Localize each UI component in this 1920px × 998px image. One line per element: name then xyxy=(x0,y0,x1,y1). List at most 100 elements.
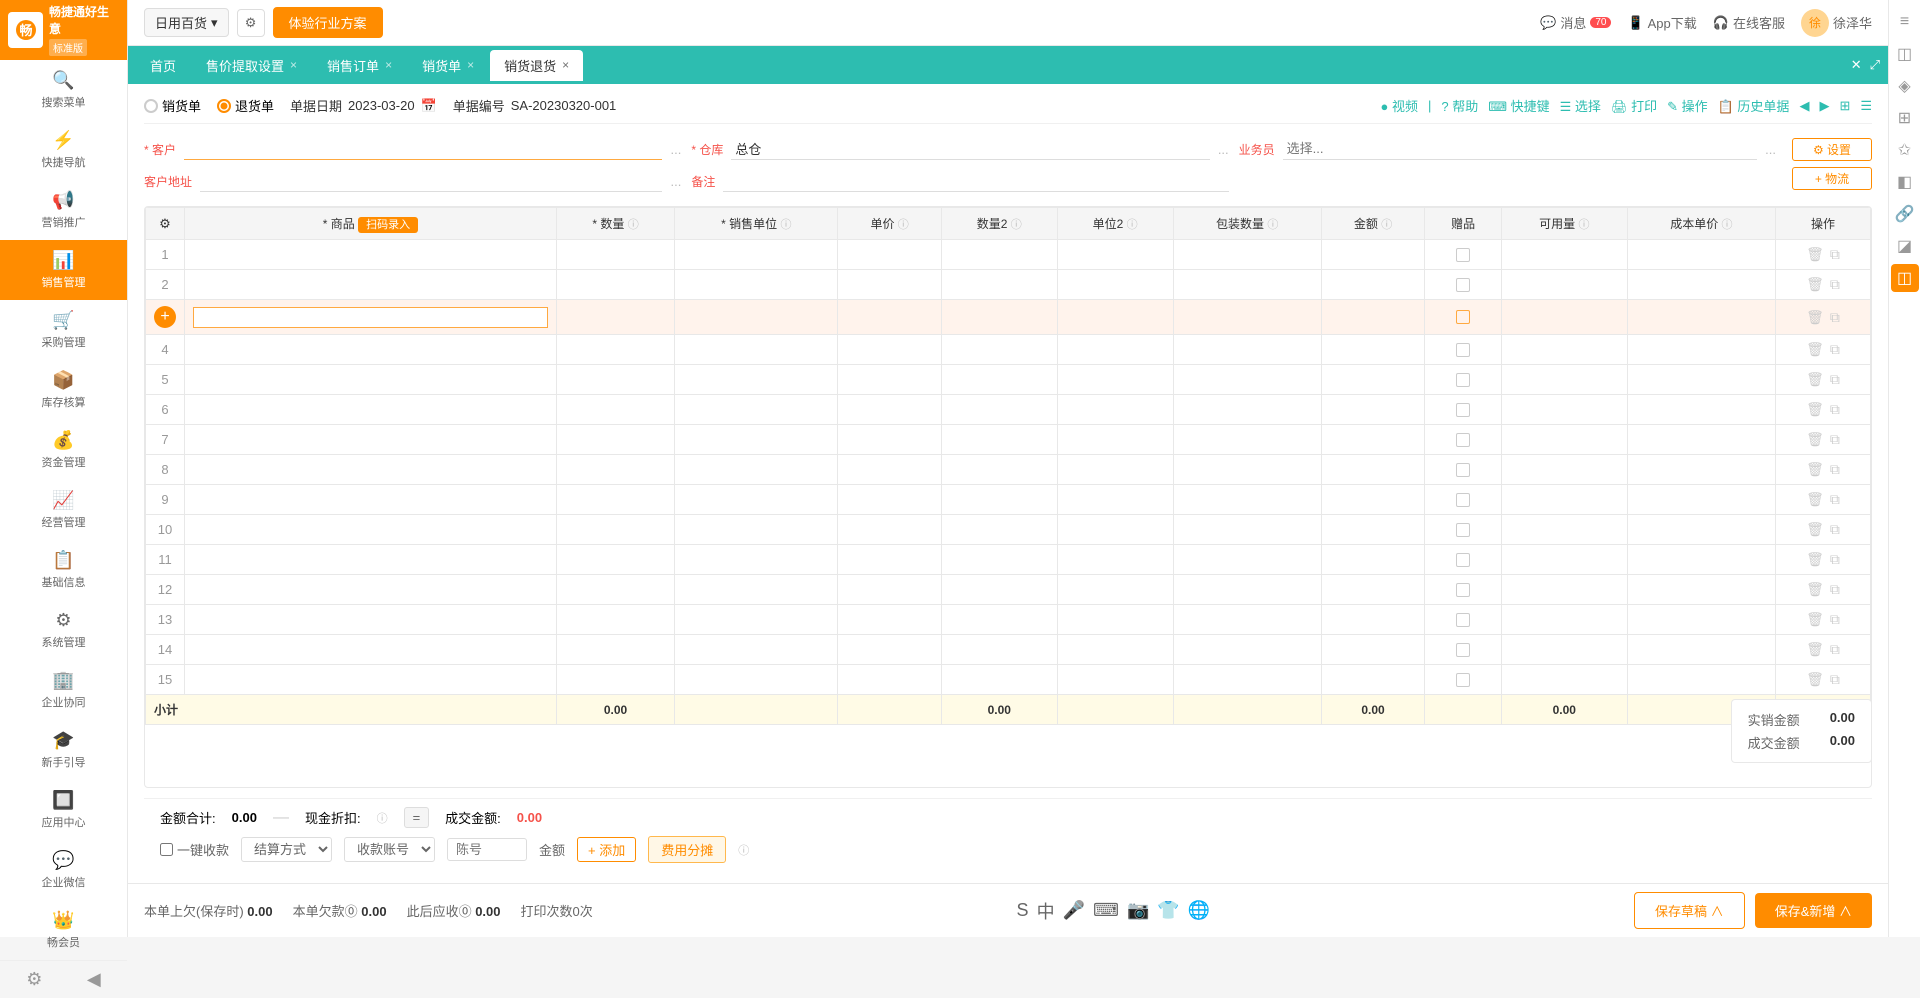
copy-icon-3[interactable]: ⧉ xyxy=(1830,309,1840,326)
del11[interactable]: 🗑 xyxy=(1806,551,1824,568)
cpy4[interactable]: ⧉ xyxy=(1830,341,1840,358)
cpy10[interactable]: ⧉ xyxy=(1830,521,1840,538)
sidebar-item-enterprise[interactable]: 🏢 企业协同 xyxy=(0,660,127,720)
sidebar-item-search[interactable]: 🔍 搜索菜单 xyxy=(0,60,127,120)
taskbar-icon1[interactable]: S xyxy=(1017,900,1029,921)
right-icon-active[interactable]: ◫ xyxy=(1891,264,1919,292)
del6[interactable]: 🗑 xyxy=(1806,401,1824,418)
warehouse-picker[interactable]: ... xyxy=(1218,142,1229,157)
product-input-1[interactable] xyxy=(193,247,548,262)
cpy6[interactable]: ⧉ xyxy=(1830,401,1840,418)
row-qty[interactable] xyxy=(556,240,674,270)
sidebar-item-apps[interactable]: 🔲 应用中心 xyxy=(0,780,127,840)
view-grid[interactable]: ⊞ xyxy=(1839,98,1850,114)
industry-select[interactable]: 日用百货 ▾ xyxy=(144,8,229,37)
user-profile[interactable]: 徐 徐泽华 xyxy=(1801,9,1872,37)
taskbar-icon6[interactable]: 👕 xyxy=(1157,900,1179,921)
del4[interactable]: 🗑 xyxy=(1806,341,1824,358)
row-unit2[interactable] xyxy=(1057,240,1173,270)
toolbar-video[interactable]: ● 视频 xyxy=(1381,96,1418,115)
tab-home[interactable]: 首页 xyxy=(136,50,190,81)
row-product-3[interactable] xyxy=(185,300,557,335)
topbar-settings-btn[interactable]: ⚙ xyxy=(237,9,265,37)
cpy13[interactable]: ⧉ xyxy=(1830,611,1840,628)
online-service-btn[interactable]: 🎧 在线客服 xyxy=(1713,13,1785,32)
tab-sale-order-close[interactable]: × xyxy=(385,58,392,72)
experience-btn[interactable]: 体验行业方案 xyxy=(273,7,383,38)
tab-sale-settings-close[interactable]: × xyxy=(290,58,297,72)
right-icon-4[interactable]: ⊞ xyxy=(1891,104,1919,132)
account-select[interactable]: 收款账号 xyxy=(344,837,435,862)
radio-delivery[interactable]: 销货单 xyxy=(144,96,201,115)
warehouse-input[interactable] xyxy=(731,138,1209,160)
sidebar-item-member[interactable]: 👑 畅会员 xyxy=(0,900,127,960)
payment-checkbox[interactable]: 一键收款 xyxy=(160,840,229,859)
product-input-3[interactable] xyxy=(193,307,548,328)
sidebar-item-marketing[interactable]: 📢 营销推广 xyxy=(0,180,127,240)
taskbar-icon2[interactable]: 中 xyxy=(1037,898,1055,924)
toolbar-history[interactable]: 📋 历史单据 xyxy=(1718,96,1790,115)
toolbar-print[interactable]: 🖨 打印 xyxy=(1611,96,1657,115)
right-icon-2[interactable]: ◫ xyxy=(1891,40,1919,68)
row-product-2[interactable] xyxy=(185,270,557,300)
sidebar-item-basic[interactable]: 📋 基础信息 xyxy=(0,540,127,600)
logistics-btn[interactable]: + 物流 xyxy=(1792,167,1872,190)
payment-cb-input[interactable] xyxy=(160,843,173,856)
app-download-btn[interactable]: 📱 App下载 xyxy=(1627,13,1696,32)
copy-icon-2[interactable]: ⧉ xyxy=(1830,276,1840,293)
save-draft-btn[interactable]: 保存草稿 ∧ xyxy=(1634,892,1745,929)
del7[interactable]: 🗑 xyxy=(1806,431,1824,448)
calc-method-select[interactable]: 结算方式 xyxy=(241,837,332,862)
del13[interactable]: 🗑 xyxy=(1806,611,1824,628)
tab-sale-settings[interactable]: 售价提取设置 × xyxy=(192,50,311,81)
staff-input[interactable] xyxy=(1283,138,1757,160)
right-icon-5[interactable]: ✩ xyxy=(1891,136,1919,164)
del5[interactable]: 🗑 xyxy=(1806,371,1824,388)
customer-input[interactable] xyxy=(184,138,662,160)
equals-btn[interactable]: = xyxy=(404,807,430,828)
view-list[interactable]: ☰ xyxy=(1860,98,1872,114)
scan-btn[interactable]: 扫码录入 xyxy=(358,217,418,233)
notes-input[interactable] xyxy=(723,170,1228,192)
customer-picker[interactable]: ... xyxy=(670,142,681,157)
tab-close-all[interactable]: ✕ xyxy=(1851,57,1862,73)
expense-btn[interactable]: 费用分摊 xyxy=(648,836,726,863)
sidebar-item-finance[interactable]: 💰 资金管理 xyxy=(0,420,127,480)
right-icon-6[interactable]: ◧ xyxy=(1891,168,1919,196)
sidebar-item-newguide[interactable]: 🎓 新手引导 xyxy=(0,720,127,780)
tab-expand[interactable]: ⤢ xyxy=(1870,57,1880,73)
cpy7[interactable]: ⧉ xyxy=(1830,431,1840,448)
radio-return[interactable]: 退货单 xyxy=(217,96,274,115)
row-product[interactable] xyxy=(185,240,557,270)
nav-next[interactable]: ▶ xyxy=(1819,98,1829,114)
row-qty2[interactable] xyxy=(941,240,1057,270)
tab-sale-delivery-close[interactable]: × xyxy=(467,58,474,72)
cpy12[interactable]: ⧉ xyxy=(1830,581,1840,598)
nav-prev[interactable]: ◀ xyxy=(1799,98,1809,114)
right-icon-7[interactable]: 🔗 xyxy=(1891,200,1919,228)
sidebar-item-operations[interactable]: 📈 经营管理 xyxy=(0,480,127,540)
sidebar-item-quicknav[interactable]: ⚡ 快捷导航 xyxy=(0,120,127,180)
sidebar-item-purchase[interactable]: 🛒 采购管理 xyxy=(0,300,127,360)
save-new-btn[interactable]: 保存&新增 ∧ xyxy=(1755,893,1872,928)
del14[interactable]: 🗑 xyxy=(1806,641,1824,658)
sidebar-item-system[interactable]: ⚙ 系统管理 xyxy=(0,600,127,660)
right-icon-3[interactable]: ◈ xyxy=(1891,72,1919,100)
cpy15[interactable]: ⧉ xyxy=(1830,671,1840,688)
row-price[interactable] xyxy=(838,240,941,270)
del8[interactable]: 🗑 xyxy=(1806,461,1824,478)
toolbar-shortcut[interactable]: ⌨ 快捷键 xyxy=(1488,96,1549,115)
col-gear[interactable]: ⚙ xyxy=(146,208,185,240)
row-pack[interactable] xyxy=(1173,240,1321,270)
toolbar-help[interactable]: ? 帮助 xyxy=(1441,96,1478,115)
copy-icon[interactable]: ⧉ xyxy=(1830,246,1840,263)
calendar-icon[interactable]: 📅 xyxy=(421,98,437,114)
sidebar-item-inventory[interactable]: 📦 库存核算 xyxy=(0,360,127,420)
row-cost[interactable] xyxy=(1627,240,1775,270)
delete-icon[interactable]: 🗑 xyxy=(1806,246,1824,263)
row-unit[interactable] xyxy=(675,240,838,270)
taskbar-icon7[interactable]: 🌐 xyxy=(1188,900,1210,921)
tab-sale-return-close[interactable]: × xyxy=(562,58,569,72)
row-gift[interactable] xyxy=(1425,240,1502,270)
toolbar-select[interactable]: ☰ 选择 xyxy=(1560,96,1601,115)
